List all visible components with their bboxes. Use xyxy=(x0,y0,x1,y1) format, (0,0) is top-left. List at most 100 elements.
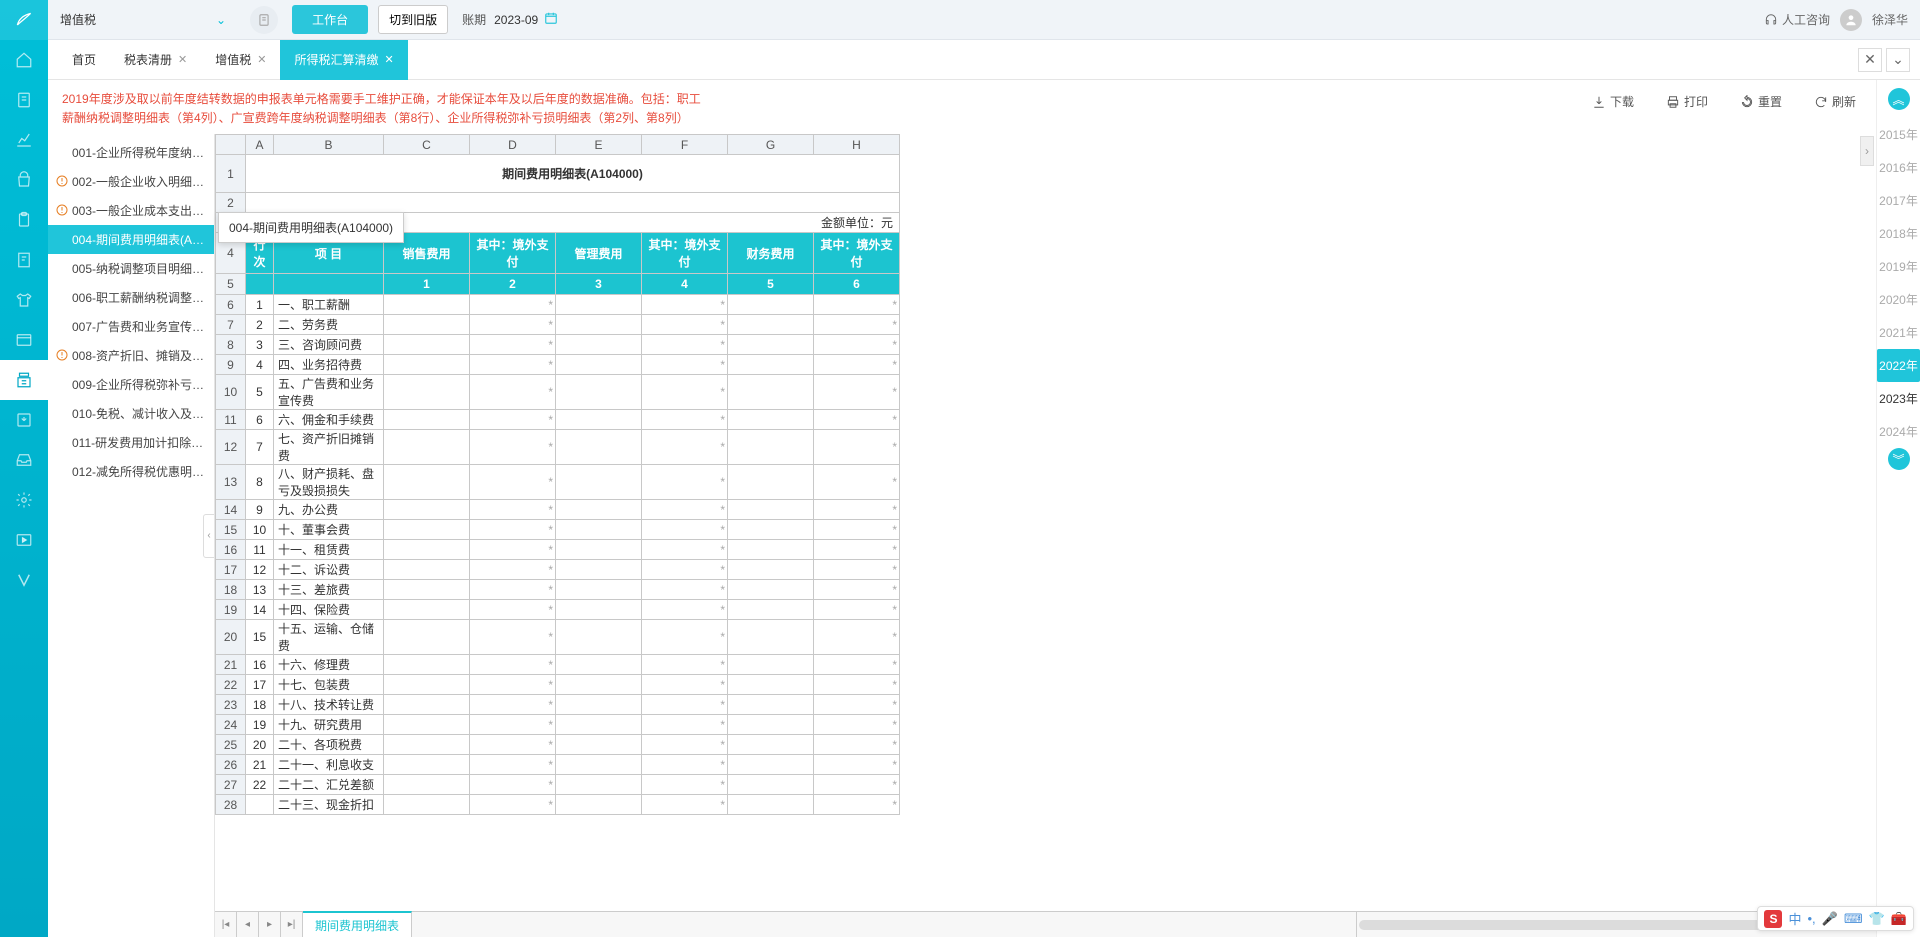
row-header[interactable]: 28 xyxy=(216,795,246,815)
row-index-cell[interactable]: 20 xyxy=(246,735,274,755)
nav-window-icon[interactable] xyxy=(0,320,48,360)
value-cell[interactable] xyxy=(556,655,642,675)
value-cell[interactable]: * xyxy=(814,500,900,520)
value-cell[interactable]: * xyxy=(814,560,900,580)
row-index-cell[interactable]: 13 xyxy=(246,580,274,600)
workbench-button[interactable]: 工作台 xyxy=(292,5,368,34)
value-cell[interactable]: * xyxy=(642,755,728,775)
value-cell[interactable] xyxy=(728,695,814,715)
nav-gear-icon[interactable] xyxy=(0,480,48,520)
row-header[interactable]: 7 xyxy=(216,315,246,335)
value-cell[interactable] xyxy=(728,755,814,775)
value-cell[interactable] xyxy=(384,335,470,355)
value-cell[interactable]: * xyxy=(814,410,900,430)
value-cell[interactable]: * xyxy=(814,580,900,600)
value-cell[interactable] xyxy=(728,655,814,675)
item-name-cell[interactable]: 十四、保险费 xyxy=(274,600,384,620)
form-list-item[interactable]: 011-研发费用加计扣除优惠... xyxy=(48,428,214,457)
value-cell[interactable]: * xyxy=(814,465,900,500)
col-header[interactable]: G xyxy=(728,135,814,155)
ime-mic-icon[interactable]: 🎤 xyxy=(1822,911,1838,927)
value-cell[interactable] xyxy=(556,580,642,600)
row-header[interactable]: 5 xyxy=(216,274,246,295)
form-list-item[interactable]: 009-企业所得税弥补亏损明... xyxy=(48,370,214,399)
row-header[interactable]: 22 xyxy=(216,675,246,695)
item-name-cell[interactable]: 九、办公费 xyxy=(274,500,384,520)
value-cell[interactable] xyxy=(556,355,642,375)
row-header[interactable]: 21 xyxy=(216,655,246,675)
year-item[interactable]: 2019年 xyxy=(1879,250,1918,283)
value-cell[interactable]: * xyxy=(470,335,556,355)
value-cell[interactable]: * xyxy=(642,540,728,560)
value-cell[interactable] xyxy=(728,560,814,580)
value-cell[interactable] xyxy=(384,580,470,600)
print-button[interactable]: 打印 xyxy=(1660,90,1714,113)
value-cell[interactable] xyxy=(384,755,470,775)
item-name-cell[interactable]: 二十二、汇兑差额 xyxy=(274,775,384,795)
item-name-cell[interactable]: 十七、包装费 xyxy=(274,675,384,695)
value-cell[interactable] xyxy=(384,430,470,465)
row-header[interactable]: 9 xyxy=(216,355,246,375)
row-index-cell[interactable]: 4 xyxy=(246,355,274,375)
value-cell[interactable] xyxy=(556,540,642,560)
value-cell[interactable] xyxy=(556,410,642,430)
value-cell[interactable]: * xyxy=(470,695,556,715)
value-cell[interactable]: * xyxy=(642,410,728,430)
row-header[interactable]: 11 xyxy=(216,410,246,430)
value-cell[interactable]: * xyxy=(814,375,900,410)
sheet-nav-first-icon[interactable]: |◂ xyxy=(215,912,237,937)
collapse-handle-icon[interactable]: ‹ xyxy=(203,514,215,558)
value-cell[interactable]: * xyxy=(470,410,556,430)
value-cell[interactable]: * xyxy=(814,755,900,775)
item-name-cell[interactable]: 十一、租赁费 xyxy=(274,540,384,560)
nav-home-icon[interactable] xyxy=(0,40,48,80)
value-cell[interactable]: * xyxy=(642,295,728,315)
value-cell[interactable]: * xyxy=(470,675,556,695)
col-header[interactable]: H xyxy=(814,135,900,155)
col-header[interactable]: A xyxy=(246,135,274,155)
sheet-tab[interactable]: 期间费用明细表 xyxy=(303,911,412,937)
form-list-item[interactable]: 001-企业所得税年度纳税申... xyxy=(48,138,214,167)
value-cell[interactable] xyxy=(556,375,642,410)
value-cell[interactable]: * xyxy=(642,600,728,620)
item-name-cell[interactable]: 十五、运输、仓储费 xyxy=(274,620,384,655)
item-name-cell[interactable]: 八、财产损耗、盘亏及毁损损失 xyxy=(274,465,384,500)
value-cell[interactable] xyxy=(384,520,470,540)
value-cell[interactable] xyxy=(556,795,642,815)
nav-doc-icon[interactable] xyxy=(0,80,48,120)
ime-tool-icon[interactable]: 🧰 xyxy=(1891,911,1907,927)
value-cell[interactable] xyxy=(384,655,470,675)
value-cell[interactable]: * xyxy=(814,795,900,815)
value-cell[interactable] xyxy=(556,430,642,465)
tab-item[interactable]: 首页 xyxy=(58,40,110,80)
value-cell[interactable]: * xyxy=(642,560,728,580)
value-cell[interactable]: * xyxy=(642,775,728,795)
value-cell[interactable]: * xyxy=(814,295,900,315)
value-cell[interactable]: * xyxy=(814,540,900,560)
avatar[interactable] xyxy=(1840,9,1862,31)
module-dropdown[interactable]: 增值税 ⌄ xyxy=(60,11,226,28)
value-cell[interactable] xyxy=(384,355,470,375)
year-item[interactable]: 2018年 xyxy=(1879,217,1918,250)
value-cell[interactable]: * xyxy=(642,580,728,600)
close-icon[interactable]: ✕ xyxy=(257,53,266,66)
year-item[interactable]: 2015年 xyxy=(1879,118,1918,151)
value-cell[interactable] xyxy=(556,520,642,540)
value-cell[interactable] xyxy=(728,375,814,410)
row-index-cell[interactable]: 8 xyxy=(246,465,274,500)
value-cell[interactable]: * xyxy=(814,715,900,735)
row-index-cell[interactable]: 1 xyxy=(246,295,274,315)
row-index-cell[interactable]: 15 xyxy=(246,620,274,655)
value-cell[interactable]: * xyxy=(642,695,728,715)
value-cell[interactable] xyxy=(384,695,470,715)
year-scroll-up-icon[interactable]: ︽ xyxy=(1888,88,1910,110)
row-header[interactable]: 19 xyxy=(216,600,246,620)
nav-shirt-icon[interactable] xyxy=(0,280,48,320)
value-cell[interactable]: * xyxy=(470,795,556,815)
value-cell[interactable] xyxy=(728,335,814,355)
value-cell[interactable]: * xyxy=(470,375,556,410)
value-cell[interactable] xyxy=(556,620,642,655)
value-cell[interactable] xyxy=(384,560,470,580)
value-cell[interactable] xyxy=(728,715,814,735)
value-cell[interactable] xyxy=(384,410,470,430)
